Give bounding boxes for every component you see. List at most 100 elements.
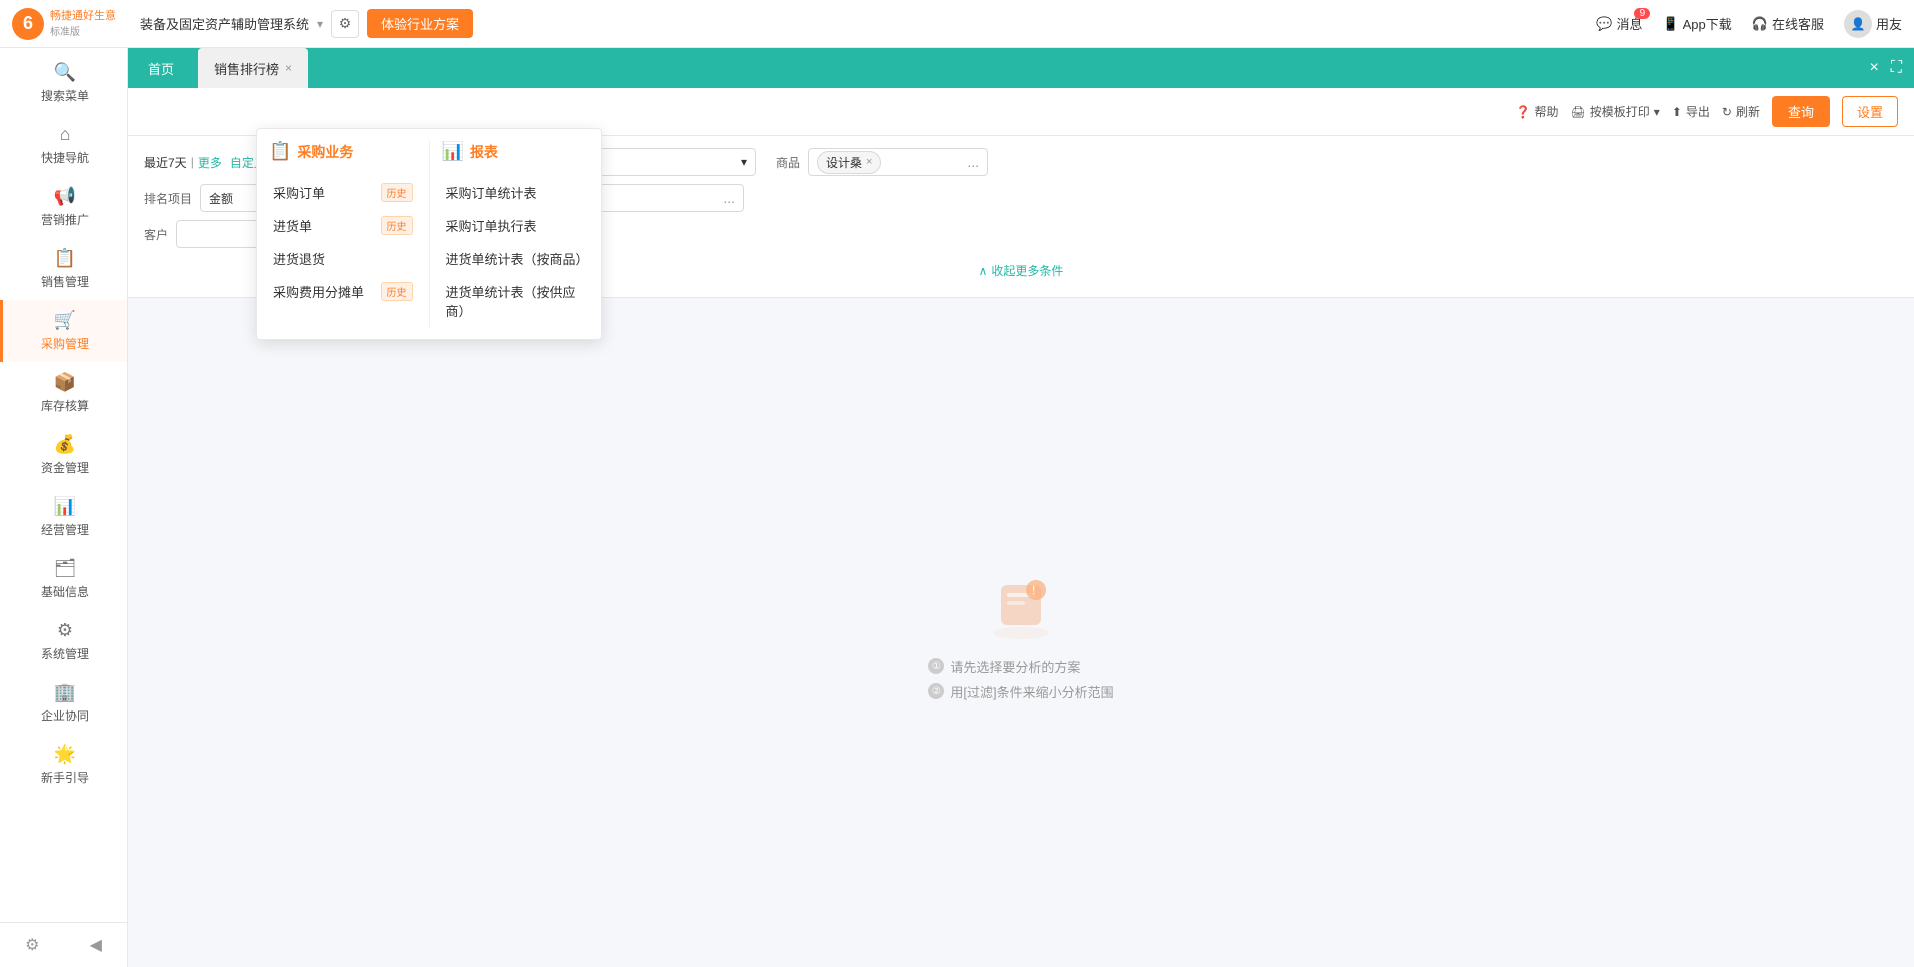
sidebar: 🔍 搜索菜单 ⌂ 快捷导航 📢 营销推广 📋 销售管理 🛒 采购管理 📦 库存核… bbox=[0, 48, 128, 967]
dropdown-arrow-icon[interactable]: ▾ bbox=[317, 17, 323, 31]
sidebar-item-label: 销售管理 bbox=[41, 273, 89, 290]
sidebar-item-label: 快捷导航 bbox=[41, 149, 89, 166]
dropdown-purchase-header: 📋 采购业务 bbox=[269, 141, 417, 166]
finance-icon: 💰 bbox=[54, 434, 76, 455]
dropdown-item-report-4[interactable]: 进货单统计表（按供应商） bbox=[442, 275, 590, 327]
purchase-header-label: 采购业务 bbox=[297, 142, 353, 162]
empty-state: ! ① 请先选择要分析的方案 ② 用[过滤]条件来缩小分析范围 bbox=[128, 298, 1914, 967]
operations-icon: 📊 bbox=[54, 496, 76, 517]
refresh-label: 刷新 bbox=[1736, 103, 1760, 120]
date-filter: 最近7天 | 更多 自定义 bbox=[144, 154, 266, 171]
customer-label: 客户 bbox=[144, 226, 168, 243]
sidebar-item-search[interactable]: 🔍 搜索菜单 bbox=[0, 52, 127, 114]
settings-button[interactable]: ⚙ bbox=[331, 10, 359, 38]
dropdown-item-report-2[interactable]: 采购订单执行表 bbox=[442, 209, 590, 242]
home-icon: ⌂ bbox=[60, 124, 71, 145]
sidebar-settings-button[interactable]: ⚙ bbox=[25, 935, 39, 955]
print-button[interactable]: 🖨 按模板打印 ▾ bbox=[1571, 103, 1660, 120]
dropdown-item-purchase-return[interactable]: 进货退货 bbox=[269, 242, 417, 275]
empty-text: ① 请先选择要分析的方案 ② 用[过滤]条件来缩小分析范围 bbox=[928, 657, 1113, 701]
date-more-link[interactable]: 更多 bbox=[198, 154, 222, 171]
sidebar-item-quick[interactable]: ⌂ 快捷导航 bbox=[0, 114, 127, 176]
sidebar-item-finance[interactable]: 💰 资金管理 bbox=[0, 424, 127, 486]
header-right: 💬 消息 9 📱 App下载 🎧 在线客服 👤 用友 bbox=[1596, 10, 1902, 38]
sidebar-item-newbie[interactable]: 🌟 新手引导 bbox=[0, 734, 127, 796]
system-icon: ⚙ bbox=[57, 620, 73, 641]
enterprise-icon: 🏢 bbox=[54, 682, 76, 703]
tab-sales-ranking[interactable]: 销售排行榜 × bbox=[198, 48, 308, 88]
sidebar-item-inventory[interactable]: 📦 库存核算 bbox=[0, 362, 127, 424]
product-tag-close[interactable]: × bbox=[866, 156, 872, 168]
export-icon: ⬆ bbox=[1672, 105, 1682, 119]
main-layout: 🔍 搜索菜单 ⌂ 快捷导航 📢 营销推广 📋 销售管理 🛒 采购管理 📦 库存核… bbox=[0, 48, 1914, 967]
top-header: 6 畅捷通好生意 标准版 装备及固定资产辅助管理系统 ▾ ⚙ 体验行业方案 💬 … bbox=[0, 0, 1914, 48]
gear-icon: ⚙ bbox=[339, 15, 352, 32]
sidebar-item-label: 营销推广 bbox=[41, 211, 89, 228]
export-button[interactable]: ⬆ 导出 bbox=[1672, 103, 1710, 120]
tab-bar-right: × ⛶ bbox=[1865, 55, 1914, 81]
user-button[interactable]: 👤 用友 bbox=[1844, 10, 1902, 38]
app-download-button[interactable]: 📱 App下载 bbox=[1662, 14, 1731, 33]
dropdown-item-report-1[interactable]: 采购订单统计表 bbox=[442, 176, 590, 209]
sidebar-item-purchase[interactable]: 🛒 采购管理 bbox=[0, 300, 127, 362]
sidebar-collapse-button[interactable]: ◀ bbox=[90, 935, 102, 955]
sidebar-item-label: 基础信息 bbox=[41, 583, 89, 600]
message-button[interactable]: 💬 消息 9 bbox=[1596, 14, 1642, 33]
dropdown-item-purchase-receipt[interactable]: 进货单 历史 bbox=[269, 209, 417, 242]
newbie-icon: 🌟 bbox=[54, 744, 76, 765]
dropdown-item-report-3[interactable]: 进货单统计表（按商品） bbox=[442, 242, 590, 275]
query-button[interactable]: 查询 bbox=[1772, 96, 1830, 127]
industry-button[interactable]: 体验行业方案 bbox=[367, 9, 473, 38]
sidebar-item-system[interactable]: ⚙ 系统管理 bbox=[0, 610, 127, 672]
logo-text: 畅捷通好生意 bbox=[50, 9, 116, 23]
sidebar-item-marketing[interactable]: 📢 营销推广 bbox=[0, 176, 127, 238]
tab-close-window-icon[interactable]: × bbox=[1865, 55, 1882, 81]
logo-icon: 6 bbox=[12, 8, 44, 40]
help-icon: ❓ bbox=[1516, 105, 1531, 119]
salesman-dots[interactable]: ... bbox=[723, 190, 735, 206]
sidebar-item-basic[interactable]: 🗂 基础信息 bbox=[0, 548, 127, 610]
sidebar-item-label: 资金管理 bbox=[41, 459, 89, 476]
sidebar-item-enterprise[interactable]: 🏢 企业协同 bbox=[0, 672, 127, 734]
settings-button[interactable]: 设置 bbox=[1842, 96, 1898, 127]
user-label: 用友 bbox=[1876, 14, 1902, 33]
refresh-icon: ↻ bbox=[1722, 105, 1732, 119]
product-dots-icon[interactable]: ... bbox=[967, 154, 979, 170]
sidebar-item-operations[interactable]: 📊 经营管理 bbox=[0, 486, 127, 548]
refresh-button[interactable]: ↻ 刷新 bbox=[1722, 103, 1760, 120]
product-label: 商品 bbox=[776, 154, 800, 171]
dropdown-purchase-col: 📋 采购业务 采购订单 历史 进货单 历史 进货退货 采购费用分摊单 历史 bbox=[257, 141, 429, 327]
purchase-icon: 🛒 bbox=[54, 310, 76, 331]
sidebar-item-label: 企业协同 bbox=[41, 707, 89, 724]
help-button[interactable]: ❓ 帮助 bbox=[1516, 103, 1559, 120]
dropdown-item-purchase-expense[interactable]: 采购费用分摊单 历史 bbox=[269, 275, 417, 308]
sidebar-item-label: 库存核算 bbox=[41, 397, 89, 414]
report-header-label: 报表 bbox=[470, 142, 498, 162]
product-select[interactable]: 设计桑 × ... bbox=[808, 148, 988, 176]
tab-bar: 首页 销售排行榜 × × ⛶ bbox=[128, 48, 1914, 88]
purchase-header-icon: 📋 bbox=[269, 141, 291, 162]
product-filter-group: 商品 设计桑 × ... bbox=[776, 148, 1076, 176]
empty-step1: 请先选择要分析的方案 bbox=[950, 657, 1080, 676]
empty-illustration: ! bbox=[981, 565, 1061, 645]
online-service-button[interactable]: 🎧 在线客服 bbox=[1752, 14, 1824, 33]
date-range-label: 最近7天 bbox=[144, 154, 187, 171]
dropdown-item-purchase-order[interactable]: 采购订单 历史 bbox=[269, 176, 417, 209]
history-tag: 历史 bbox=[381, 282, 413, 301]
rank-label: 排名项目 bbox=[144, 190, 192, 207]
tab-home[interactable]: 首页 bbox=[128, 48, 194, 88]
print-dropdown-icon: ▾ bbox=[1654, 105, 1660, 119]
app-icon: 📱 bbox=[1662, 16, 1678, 32]
history-tag: 历史 bbox=[381, 183, 413, 202]
dropdown-report-header: 📊 报表 bbox=[442, 141, 590, 166]
sidebar-item-sales[interactable]: 📋 销售管理 bbox=[0, 238, 127, 300]
dropdown-report-col: 📊 报表 采购订单统计表 采购订单执行表 进货单统计表（按商品） 进货单统计表（… bbox=[429, 141, 602, 327]
message-icon: 💬 bbox=[1596, 16, 1612, 32]
help-label: 帮助 bbox=[1535, 103, 1559, 120]
app-label: App下载 bbox=[1683, 14, 1732, 33]
tab-close-icon[interactable]: × bbox=[285, 61, 292, 75]
marketing-icon: 📢 bbox=[54, 186, 76, 207]
collapse-icon: ∧ bbox=[979, 264, 988, 278]
print-icon: 🖨 bbox=[1571, 105, 1586, 119]
tab-fullscreen-icon[interactable]: ⛶ bbox=[1887, 55, 1906, 81]
